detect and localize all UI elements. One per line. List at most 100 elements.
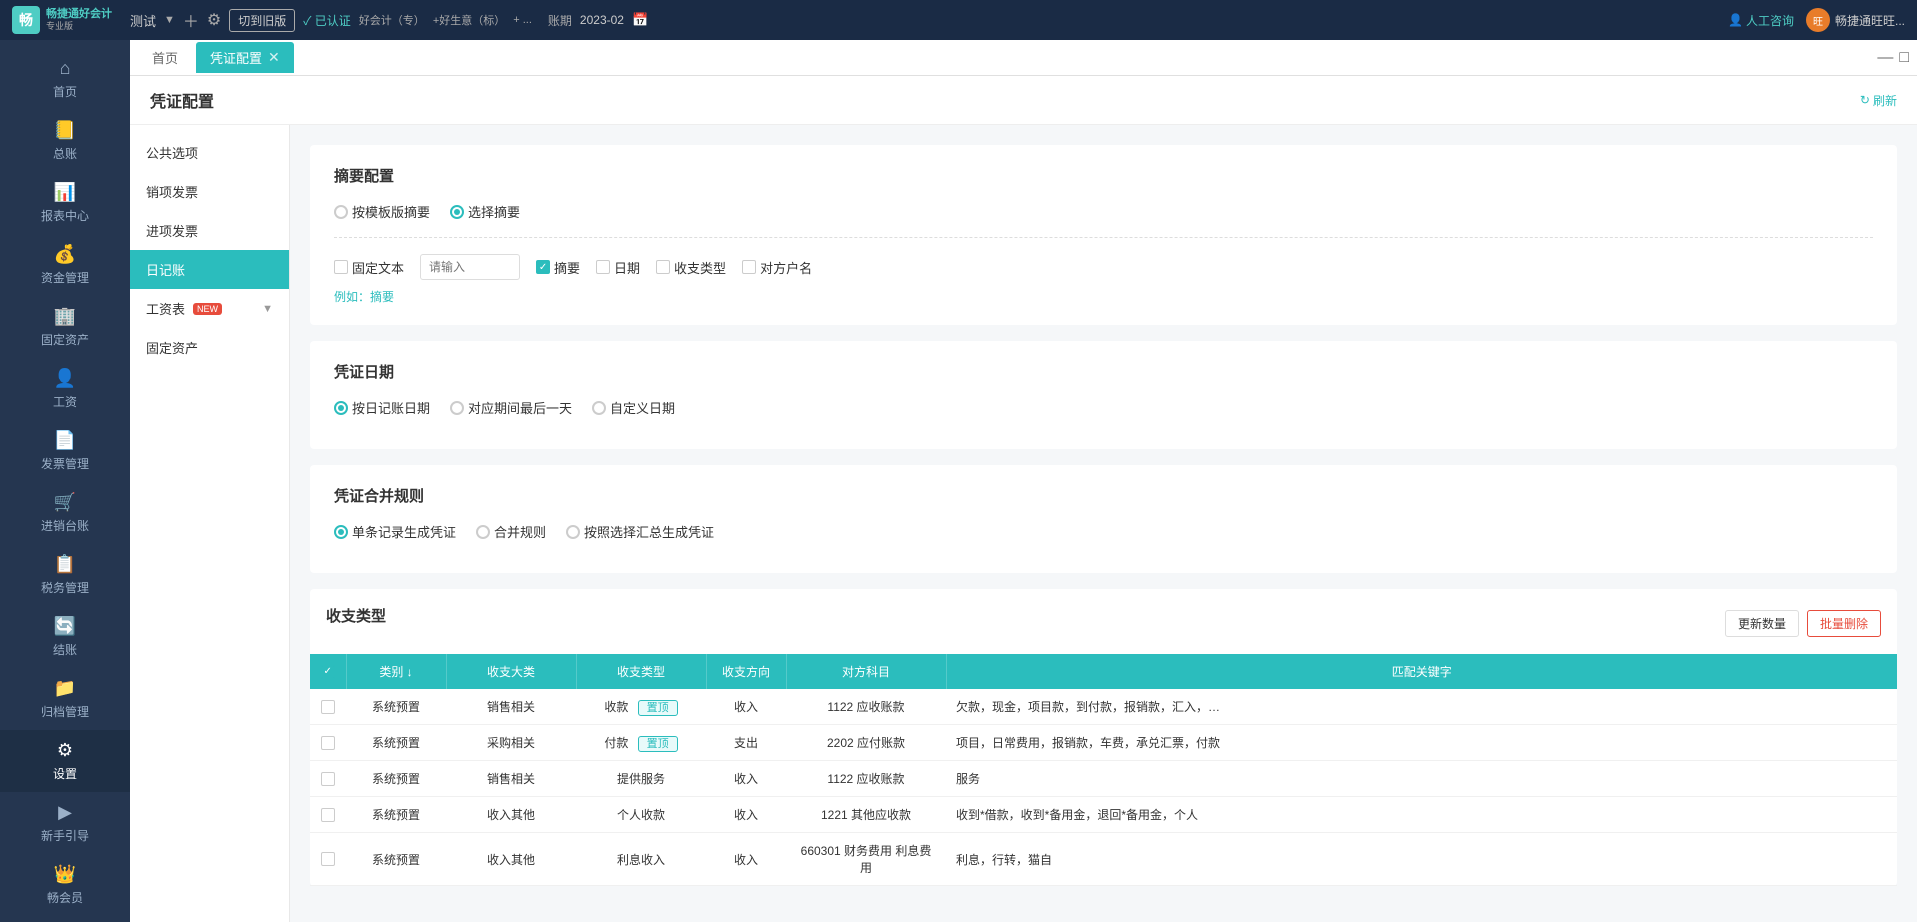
- row3-account: 1122 应收账款: [786, 761, 946, 797]
- calendar-icon[interactable]: 📅: [632, 12, 648, 28]
- radio-merge[interactable]: 合并规则: [476, 522, 546, 541]
- tab-home[interactable]: 首页: [138, 42, 192, 73]
- tab-bar: 首页 凭证配置 ✕ — □: [130, 40, 1917, 76]
- selected-total-label: 按照选择汇总生成凭证: [584, 522, 714, 541]
- settings-icon[interactable]: ⚙: [207, 10, 221, 30]
- row1-check[interactable]: [310, 689, 346, 725]
- sidebar-item-guide[interactable]: ▶ 新手引导: [0, 792, 130, 854]
- checkbox-date[interactable]: 日期: [596, 258, 640, 277]
- sidebar-item-assets[interactable]: 🏢 固定资产: [0, 296, 130, 358]
- radio-template[interactable]: 按模板版摘要: [334, 202, 430, 221]
- select-all-checkbox[interactable]: ✓: [321, 665, 335, 679]
- radio-custom[interactable]: 自定义日期: [592, 398, 675, 417]
- journal-date-radio: [334, 401, 348, 415]
- arrow-down-icon[interactable]: ▼: [164, 14, 175, 26]
- sidebar-label-home: 首页: [53, 83, 77, 100]
- tab-close-icon[interactable]: ✕: [268, 49, 280, 66]
- checkbox-fixed-text[interactable]: 固定文本: [334, 258, 404, 277]
- left-item-purchase-invoice[interactable]: 进项发票: [130, 211, 289, 250]
- sidebar-item-ledger[interactable]: 📒 总账: [0, 110, 130, 172]
- radio-select[interactable]: 选择摘要: [450, 202, 520, 221]
- tab-voucher-config[interactable]: 凭证配置 ✕: [196, 42, 294, 73]
- tab-minimize-btn[interactable]: —: [1877, 49, 1893, 67]
- sidebar-label-salary: 工资: [53, 393, 77, 410]
- sidebar-item-salary[interactable]: 👤 工资: [0, 358, 130, 420]
- date-radio-group: 按日记账日期 对应期间最后一天 自定义日期: [334, 398, 1873, 417]
- two-col-layout: 公共选项 销项发票 进项发票 日记账 工资表 NEW ▼ 固定资产: [130, 125, 1917, 922]
- row5-check[interactable]: [310, 833, 346, 886]
- sidebar-item-settings[interactable]: ⚙ 设置: [0, 730, 130, 792]
- row1-keywords: 欠款，现金，项目款，到付款，报销款，汇入，…: [946, 689, 1897, 725]
- income-expense-section: 收支类型 更新数量 批量删除 ✓: [310, 589, 1897, 886]
- service-btn[interactable]: 👤 人工咨询: [1728, 12, 1794, 29]
- sidebar-item-member[interactable]: 👑 畅会员: [0, 854, 130, 916]
- checkbox-counterparty[interactable]: 对方户名: [742, 258, 812, 277]
- row4-check[interactable]: [310, 797, 346, 833]
- sidebar-item-tax[interactable]: 📋 税务管理: [0, 544, 130, 606]
- row4-bigtype: 收入其他: [446, 797, 576, 833]
- top-bar-right: 👤 人工咨询 旺 畅捷通旺旺...: [1728, 8, 1905, 32]
- radio-select-circle: [450, 205, 464, 219]
- test-label: 测试: [130, 11, 156, 30]
- left-item-public[interactable]: 公共选项: [130, 133, 289, 172]
- period-last-label: 对应期间最后一天: [468, 398, 572, 417]
- row3-check[interactable]: [310, 761, 346, 797]
- tab-voucher-config-label: 凭证配置: [210, 48, 262, 67]
- add-icon[interactable]: ＋: [183, 8, 199, 32]
- radio-template-label: 按模板版摘要: [352, 202, 430, 221]
- left-item-journal[interactable]: 日记账: [130, 250, 289, 289]
- fixed-text-input[interactable]: [420, 254, 520, 280]
- right-panel: 摘要配置 按模板版摘要 选择摘要: [290, 125, 1917, 922]
- th-bigtype: 收支大类: [446, 654, 576, 689]
- sidebar-item-funds[interactable]: 💰 资金管理: [0, 234, 130, 296]
- summary-checkbox: ✓: [536, 260, 550, 274]
- tag-2: +好生意（标）: [433, 12, 505, 28]
- refresh-icon: ↻: [1860, 93, 1870, 107]
- content-area: 首页 凭证配置 ✕ — □ 凭证配置 ↻ 刷新: [130, 40, 1917, 922]
- sidebar-item-invoice-mgmt[interactable]: 📄 发票管理: [0, 420, 130, 482]
- row1-bigtype: 销售相关: [446, 689, 576, 725]
- radio-journal-date[interactable]: 按日记账日期: [334, 398, 430, 417]
- radio-selected-total[interactable]: 按照选择汇总生成凭证: [566, 522, 714, 541]
- left-item-sales-invoice[interactable]: 销项发票: [130, 172, 289, 211]
- sidebar-item-archive[interactable]: 📁 归档管理: [0, 668, 130, 730]
- page-title: 凭证配置: [150, 88, 214, 112]
- update-btn[interactable]: 更新数量: [1725, 610, 1799, 637]
- th-smalltype: 收支类型: [576, 654, 706, 689]
- custom-radio: [592, 401, 606, 415]
- sidebar-label-tax: 税务管理: [41, 579, 89, 596]
- user-menu[interactable]: 旺 畅捷通旺旺...: [1806, 8, 1905, 32]
- row4-keywords: 收到*借款，收到*备用金，退回*备用金，个人: [946, 797, 1897, 833]
- th-type[interactable]: 类别 ↓: [346, 654, 446, 689]
- sidebar-label-settle: 结账: [53, 641, 77, 658]
- counterparty-label: 对方户名: [760, 258, 812, 277]
- selected-total-radio: [566, 525, 580, 539]
- row2-tag[interactable]: 置顶: [638, 736, 678, 752]
- summary-config-title: 摘要配置: [334, 165, 1873, 186]
- sidebar: ⌂ 首页 📒 总账 📊 报表中心 💰 资金管理 🏢 固定资产 👤 工资: [0, 40, 130, 922]
- radio-single[interactable]: 单条记录生成凭证: [334, 522, 456, 541]
- sidebar-item-settle[interactable]: 🔄 结账: [0, 606, 130, 668]
- refresh-btn[interactable]: ↻ 刷新: [1860, 92, 1897, 109]
- batch-delete-btn[interactable]: 批量删除: [1807, 610, 1881, 637]
- sidebar-item-reports[interactable]: 📊 报表中心: [0, 172, 130, 234]
- sidebar-item-purchase[interactable]: 🛒 进销台账: [0, 482, 130, 544]
- tab-maximize-btn[interactable]: □: [1899, 49, 1909, 67]
- sidebar-item-home[interactable]: ⌂ 首页: [0, 48, 130, 110]
- summary-radio-group: 按模板版摘要 选择摘要: [334, 202, 1873, 221]
- row1-tag[interactable]: 置顶: [638, 700, 678, 716]
- left-item-payroll[interactable]: 工资表 NEW ▼: [130, 289, 289, 328]
- logo-sub: 专业版: [46, 21, 112, 32]
- funds-icon: 💰: [54, 244, 76, 265]
- switch-old-btn[interactable]: 切到旧版: [229, 9, 295, 32]
- radio-period-last[interactable]: 对应期间最后一天: [450, 398, 572, 417]
- row2-check[interactable]: [310, 725, 346, 761]
- example-text: 例如：摘要: [334, 288, 1873, 305]
- checkbox-payment-type[interactable]: 收支类型: [656, 258, 726, 277]
- left-item-fixed-assets[interactable]: 固定资产: [130, 328, 289, 367]
- row4-type: 系统预置: [346, 797, 446, 833]
- row2-smalltype: 付款 置顶: [576, 725, 706, 761]
- sidebar-label-assets: 固定资产: [41, 331, 89, 348]
- row5-account: 660301 财务费用 利息费用: [786, 833, 946, 886]
- checkbox-summary[interactable]: ✓ 摘要: [536, 258, 580, 277]
